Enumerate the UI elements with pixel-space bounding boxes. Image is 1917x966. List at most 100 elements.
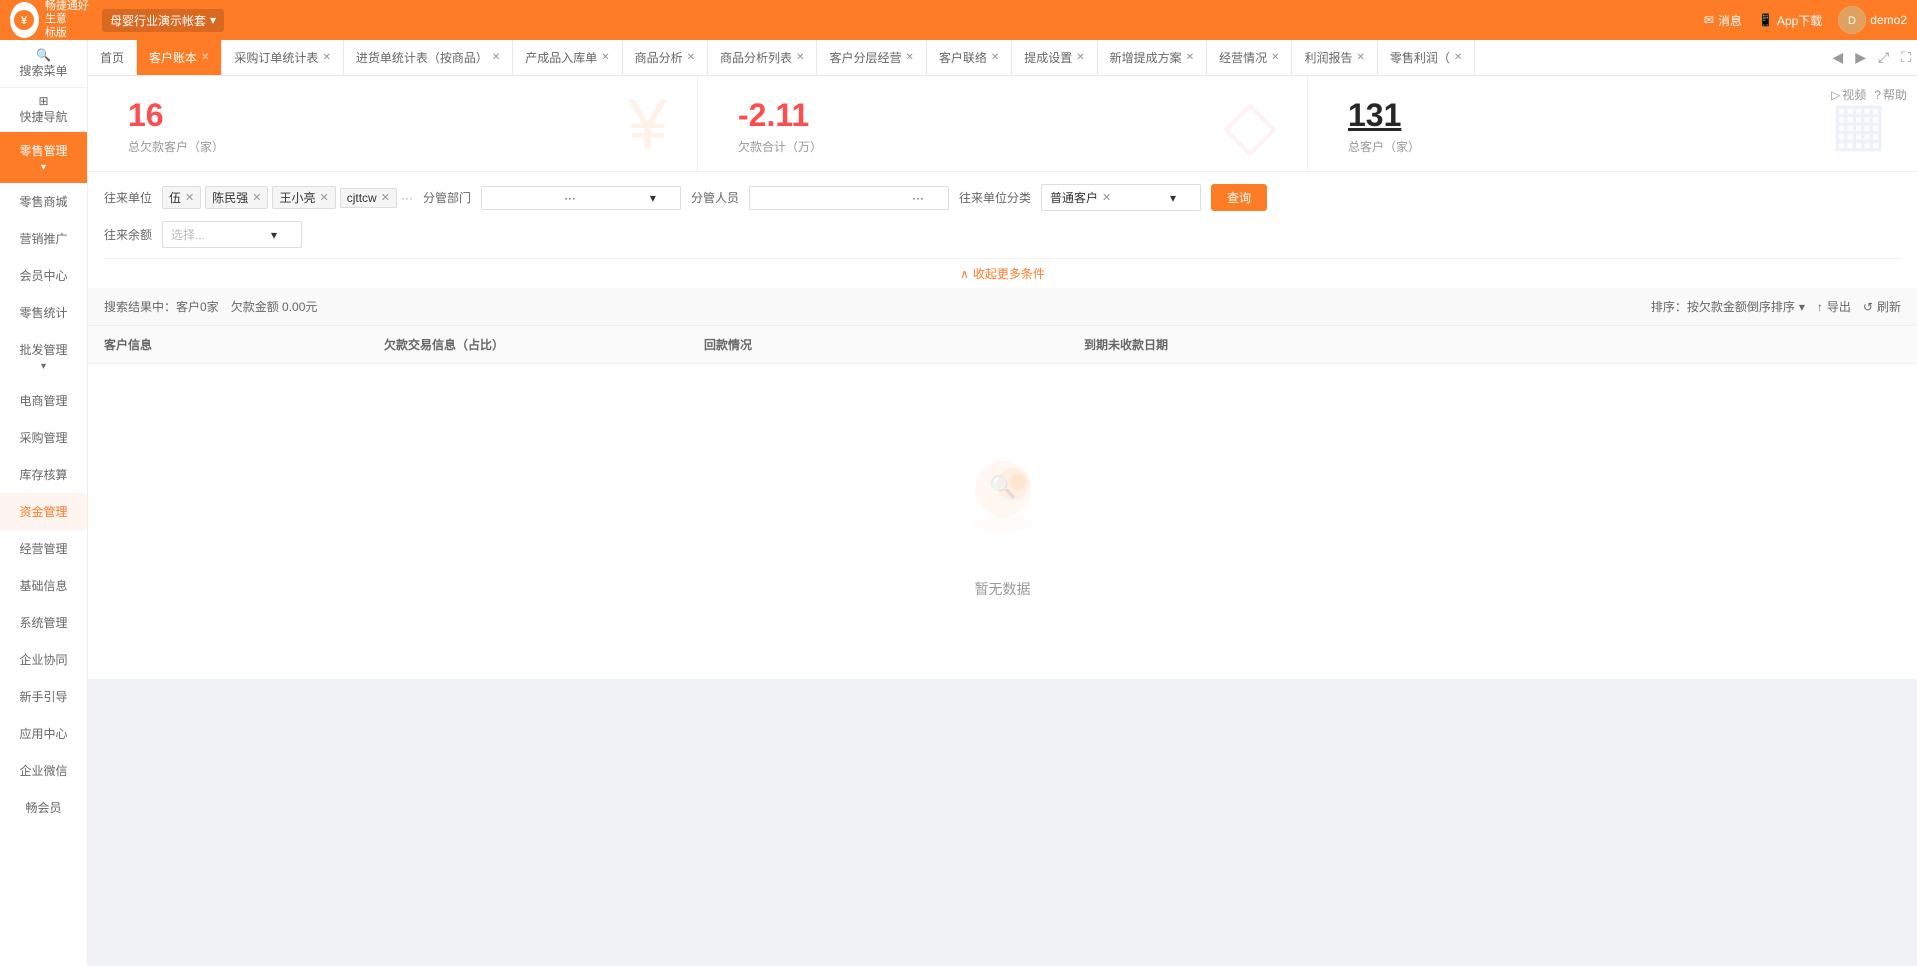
sidebar-item-purchase[interactable]: 采购管理 bbox=[0, 419, 87, 456]
close-icon[interactable]: ✕ bbox=[796, 52, 804, 63]
category-close[interactable]: ✕ bbox=[1102, 191, 1111, 204]
close-icon[interactable]: ✕ bbox=[601, 52, 609, 63]
quick-nav[interactable]: ⊞ 快捷导航 bbox=[0, 88, 87, 132]
close-icon[interactable]: ✕ bbox=[322, 52, 330, 63]
close-icon[interactable]: ✕ bbox=[991, 52, 999, 63]
profit-report-label: 利润报告 bbox=[1304, 49, 1352, 66]
filter-tags: 伍 ✕ 陈民强 ✕ 王小亮 ✕ bbox=[162, 186, 413, 209]
tab-home[interactable]: 首页 bbox=[88, 40, 137, 76]
sidebar-item-operations[interactable]: 经营管理 bbox=[0, 530, 87, 567]
sort-select[interactable]: 排序：按欠款金额倒序排序 ▾ bbox=[1651, 298, 1805, 315]
sidebar-item-retail-mall[interactable]: 零售商城 bbox=[0, 183, 87, 220]
retail-mall-label: 零售商城 bbox=[0, 193, 87, 210]
sidebar-item-newbie[interactable]: 新手引导 bbox=[0, 678, 87, 715]
close-icon[interactable]: ✕ bbox=[492, 52, 500, 63]
more-tags-btn[interactable]: ··· bbox=[401, 191, 413, 205]
tag-cjttcw-close[interactable]: ✕ bbox=[381, 191, 390, 204]
system-label: 系统管理 bbox=[0, 614, 87, 631]
category-select[interactable]: 普通客户 ✕ ▾ bbox=[1041, 184, 1201, 211]
close-icon[interactable]: ✕ bbox=[1271, 52, 1279, 63]
tab-retail-profit[interactable]: 零售利润（ ✕ bbox=[1378, 40, 1475, 76]
sidebar-item-retail-stat[interactable]: 零售统计 bbox=[0, 294, 87, 331]
tab-production-stock[interactable]: 产成品入库单 ✕ bbox=[513, 40, 622, 76]
sidebar-item-vip[interactable]: 畅会员 bbox=[0, 789, 87, 826]
close-icon[interactable]: ✕ bbox=[1357, 52, 1365, 63]
tab-customer-contact[interactable]: 客户联络 ✕ bbox=[927, 40, 1012, 76]
dept-select[interactable]: ··· ▾ bbox=[481, 186, 681, 210]
empty-state: 🔍 暂无数据 bbox=[88, 364, 1917, 679]
sidebar-item-enterprise-wx[interactable]: 企业微信 bbox=[0, 752, 87, 789]
purchase-order-label: 采购订单统计表 bbox=[234, 49, 318, 66]
help-doc-btn[interactable]: ? 帮助 bbox=[1874, 86, 1907, 103]
fullscreen-icon[interactable]: ⛶ bbox=[1895, 49, 1917, 66]
export-button[interactable]: ↑ 导出 bbox=[1817, 298, 1851, 315]
stat-number-3: 131 bbox=[1348, 96, 1401, 134]
sidebar-item-capital[interactable]: 资金管理 bbox=[0, 493, 87, 530]
account-name: 母婴行业演示帐套 bbox=[110, 12, 206, 29]
category-value: 普通客户 bbox=[1050, 189, 1098, 206]
chevron-down-icon: ▾ bbox=[210, 13, 216, 27]
close-icon[interactable]: ✕ bbox=[905, 52, 913, 63]
tab-product-analysis-list[interactable]: 商品分析列表 ✕ bbox=[708, 40, 817, 76]
sidebar-item-app-center[interactable]: 应用中心 bbox=[0, 715, 87, 752]
tab-product-analysis[interactable]: 商品分析 ✕ bbox=[623, 40, 708, 76]
sidebar-item-wholesale[interactable]: 批发管理 ▾ bbox=[0, 331, 87, 382]
balance-select[interactable]: 选择... ▾ bbox=[162, 221, 302, 248]
sidebar-item-system[interactable]: 系统管理 bbox=[0, 604, 87, 641]
account-dropdown[interactable]: 母婴行业演示帐套 ▾ bbox=[102, 9, 224, 32]
unit-label: 往来单位 bbox=[104, 189, 152, 206]
tab-next-icon[interactable]: ▶ bbox=[1849, 49, 1872, 66]
help-doc-label: 帮助 bbox=[1883, 86, 1907, 103]
sidebar-item-inventory[interactable]: 库存核算 bbox=[0, 456, 87, 493]
help-video-label: 视频 bbox=[1842, 86, 1866, 103]
stat-label-2: 欠款合计（万） bbox=[738, 138, 822, 155]
stat-label-3: 总客户（家） bbox=[1348, 138, 1420, 155]
empty-text: 暂无数据 bbox=[975, 579, 1031, 599]
table-header: 客户信息 欠款交易信息（占比） 回款情况 到期未收款日期 bbox=[88, 326, 1917, 364]
search-icon: 🔍 bbox=[36, 48, 51, 62]
tag-chen-close[interactable]: ✕ bbox=[252, 191, 261, 204]
message-btn[interactable]: ✉ 消息 bbox=[1704, 12, 1742, 29]
tab-customer-cost[interactable]: 客户账本 ✕ bbox=[137, 40, 222, 76]
results-actions: 排序：按欠款金额倒序排序 ▾ ↑ 导出 ↺ 刷新 bbox=[1651, 298, 1901, 315]
close-icon[interactable]: ✕ bbox=[1186, 52, 1194, 63]
sidebar-item-ecommerce[interactable]: 电商管理 bbox=[0, 382, 87, 419]
svg-text:🔍: 🔍 bbox=[989, 472, 1016, 499]
sidebar-item-retail-manage[interactable]: 零售管理 ▾ bbox=[0, 132, 87, 183]
help-video-btn[interactable]: ▷ 视频 bbox=[1831, 86, 1866, 103]
logo-name: 畅捷通好生意 bbox=[45, 0, 98, 26]
username-label: demo2 bbox=[1870, 13, 1907, 27]
main-layout: 🔍 搜索菜单 ⊞ 快捷导航 零售管理 ▾ 零售商城 营销推广 会员中心 零售统计 bbox=[0, 40, 1917, 966]
close-icon[interactable]: ✕ bbox=[687, 52, 695, 63]
sidebar-item-enterprise[interactable]: 企业协同 bbox=[0, 641, 87, 678]
person-select-dots: ··· bbox=[912, 191, 924, 205]
tab-purchase-order[interactable]: 采购订单统计表 ✕ bbox=[222, 40, 343, 76]
sidebar-item-member[interactable]: 会员中心 bbox=[0, 257, 87, 294]
refresh-button[interactable]: ↺ 刷新 bbox=[1863, 298, 1901, 315]
tab-profit-report[interactable]: 利润报告 ✕ bbox=[1292, 40, 1377, 76]
basic-info-label: 基础信息 bbox=[0, 577, 87, 594]
sidebar-item-marketing[interactable]: 营销推广 bbox=[0, 220, 87, 257]
tab-operations-status[interactable]: 经营情况 ✕ bbox=[1207, 40, 1292, 76]
expand-icon[interactable]: ⤢ bbox=[1872, 49, 1895, 66]
tab-new-prompt-plan[interactable]: 新增提成方案 ✕ bbox=[1098, 40, 1207, 76]
operations-status-label: 经营情况 bbox=[1219, 49, 1267, 66]
close-icon[interactable]: ✕ bbox=[1076, 52, 1084, 63]
tab-prompt-settings[interactable]: 提成设置 ✕ bbox=[1012, 40, 1097, 76]
collapse-button[interactable]: ∧ 收起更多条件 bbox=[104, 258, 1901, 288]
balance-chevron-icon: ▾ bbox=[271, 228, 277, 242]
tag-wang-close[interactable]: ✕ bbox=[320, 191, 329, 204]
tab-customer-tier[interactable]: 客户分层经营 ✕ bbox=[817, 40, 926, 76]
search-menu[interactable]: 🔍 搜索菜单 bbox=[0, 40, 87, 88]
tab-prev-icon[interactable]: ◀ bbox=[1826, 49, 1849, 66]
stat-total-debt-customers: ¥ 16 总欠款客户（家） bbox=[88, 76, 698, 171]
app-download-btn[interactable]: 📱 App下载 bbox=[1758, 12, 1822, 29]
person-select[interactable]: ··· bbox=[749, 186, 949, 210]
close-icon[interactable]: ✕ bbox=[1454, 52, 1462, 63]
sidebar-item-basic-info[interactable]: 基础信息 bbox=[0, 567, 87, 604]
tab-stock-stats[interactable]: 进货单统计表（按商品） ✕ bbox=[344, 40, 513, 76]
close-icon[interactable]: ✕ bbox=[201, 52, 209, 63]
user-info[interactable]: D demo2 bbox=[1838, 6, 1907, 34]
query-button[interactable]: 查询 bbox=[1211, 184, 1267, 211]
tag-wu-close[interactable]: ✕ bbox=[185, 191, 194, 204]
